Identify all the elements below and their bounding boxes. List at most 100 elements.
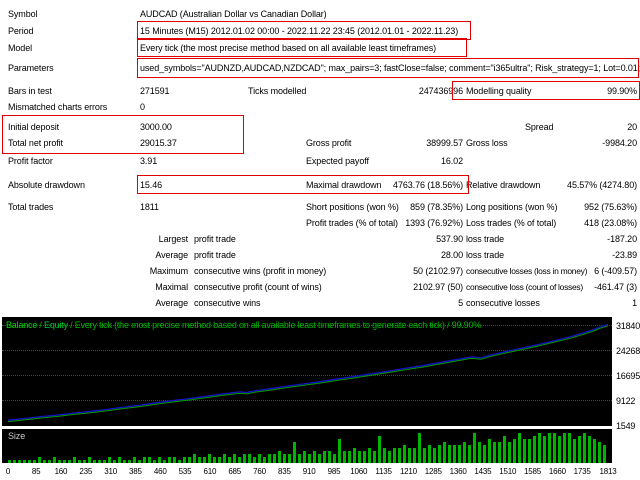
- highlight-box-deposit-profit: [2, 115, 244, 154]
- size-bar: [188, 457, 191, 463]
- size-bar: [533, 436, 536, 463]
- x-axis-label: 1735: [573, 467, 591, 476]
- legend-separator: /: [67, 320, 75, 330]
- size-bar: [308, 454, 311, 463]
- size-bar: [333, 454, 336, 463]
- size-bar: [128, 460, 131, 463]
- report-value: 2102.97 (50): [413, 282, 463, 292]
- size-bar: [238, 457, 241, 463]
- size-bar: [268, 454, 271, 463]
- size-bar: [138, 460, 141, 463]
- report-label: loss trade: [466, 234, 505, 244]
- report-label: Total trades: [8, 202, 54, 212]
- size-bar: [68, 460, 71, 463]
- size-bar: [503, 436, 506, 463]
- size-bar: [193, 454, 196, 463]
- size-bar: [518, 433, 521, 463]
- size-bar: [323, 451, 326, 463]
- size-bar: [353, 448, 356, 463]
- report-label: consecutive profit (count of wins): [194, 282, 322, 292]
- report-row: Average profit trade 28.00 loss trade -23.89: [0, 247, 640, 263]
- size-bar: [273, 454, 276, 463]
- size-bar: [198, 457, 201, 463]
- chart-plot-area: [2, 317, 612, 426]
- x-axis-label: 310: [104, 467, 117, 476]
- report-label: Maximum: [149, 266, 188, 276]
- size-bar: [358, 451, 361, 463]
- size-bar: [103, 460, 106, 463]
- size-bar: [543, 436, 546, 463]
- size-bar: [378, 436, 381, 463]
- size-bar: [123, 460, 126, 463]
- report-label: Absolute drawdown: [8, 180, 85, 190]
- size-bar: [33, 460, 36, 463]
- report-value: 16.02: [440, 156, 463, 166]
- size-bar: [403, 445, 406, 463]
- report-label: Symbol: [8, 9, 38, 19]
- report-value: 859 (78.35%): [410, 202, 463, 212]
- size-bar: [383, 448, 386, 463]
- size-bar: [298, 454, 301, 463]
- report-value: 28.00: [440, 250, 463, 260]
- report-value: -9984.20: [602, 138, 637, 148]
- report-label: Mismatched charts errors: [8, 102, 108, 112]
- gridline: [2, 349, 612, 351]
- size-bar: [218, 457, 221, 463]
- report-value: 952 (75.63%): [584, 202, 637, 212]
- size-bar: [498, 442, 501, 463]
- size-bar: [203, 457, 206, 463]
- size-bar: [208, 454, 211, 463]
- report-value: 1393 (76.92%): [405, 218, 463, 228]
- strategy-tester-report: Symbol AUDCAD (Australian Dollar vs Canad…: [0, 0, 640, 480]
- report-value: -187.20: [607, 234, 637, 244]
- report-label: Average: [155, 298, 188, 308]
- y-axis-label: 9122: [616, 395, 636, 406]
- size-bar: [368, 448, 371, 463]
- size-bar: [373, 451, 376, 463]
- size-bar: [48, 460, 51, 463]
- size-bar: [468, 445, 471, 463]
- x-axis-label: 1285: [424, 467, 442, 476]
- report-row: Average consecutive wins 5 consecutive loss…: [0, 295, 640, 311]
- size-bar: [38, 457, 41, 463]
- size-bar: [43, 460, 46, 463]
- report-label: consecutive wins: [194, 298, 261, 308]
- x-axis-label: 1135: [375, 467, 392, 476]
- size-bar: [513, 439, 516, 463]
- x-axis-label: 535: [178, 467, 192, 476]
- report-label: Parameters: [8, 63, 54, 73]
- size-bar: [313, 451, 316, 463]
- balance-chart: Balance / Equity / Every tick (the most …: [0, 317, 640, 480]
- report-row: Profit factor 3.91 Expected payoff 16.02: [0, 153, 640, 169]
- x-axis-label: 235: [79, 467, 93, 476]
- size-bar: [263, 457, 266, 463]
- size-bar: [573, 439, 576, 463]
- report-label: Ticks modelled: [248, 86, 307, 96]
- equity-label: Equity: [44, 320, 68, 330]
- size-bar: [153, 460, 156, 463]
- size-bar: [178, 460, 181, 463]
- size-bar: [523, 439, 526, 463]
- size-bar: [348, 451, 351, 463]
- size-plot-area: [2, 429, 612, 463]
- report-row: Maximal consecutive profit (count of wins…: [0, 279, 640, 295]
- x-axis-label: 1510: [499, 467, 517, 476]
- size-bar: [98, 460, 101, 463]
- report-row: Profit trades (% of total) 1393 (76.92%) L…: [0, 215, 640, 231]
- x-axis-label: 385: [129, 467, 142, 476]
- size-bar: [28, 460, 31, 463]
- report-row: Mismatched charts errors 0: [0, 99, 640, 115]
- size-bar: [183, 457, 186, 463]
- size-bar: [568, 433, 571, 463]
- size-bar: [108, 457, 111, 463]
- size-bar: [148, 457, 151, 463]
- report-label: Gross loss: [466, 138, 508, 148]
- report-value: 271591: [140, 86, 170, 96]
- size-bar: [478, 442, 481, 463]
- legend-separator: /: [37, 320, 45, 330]
- highlight-box-maximal-drawdown: [137, 175, 469, 194]
- x-axis-label: 685: [228, 467, 242, 476]
- size-bar: [83, 460, 86, 463]
- x-axis-label: 1210: [399, 467, 417, 476]
- report-value: 38999.57: [426, 138, 463, 148]
